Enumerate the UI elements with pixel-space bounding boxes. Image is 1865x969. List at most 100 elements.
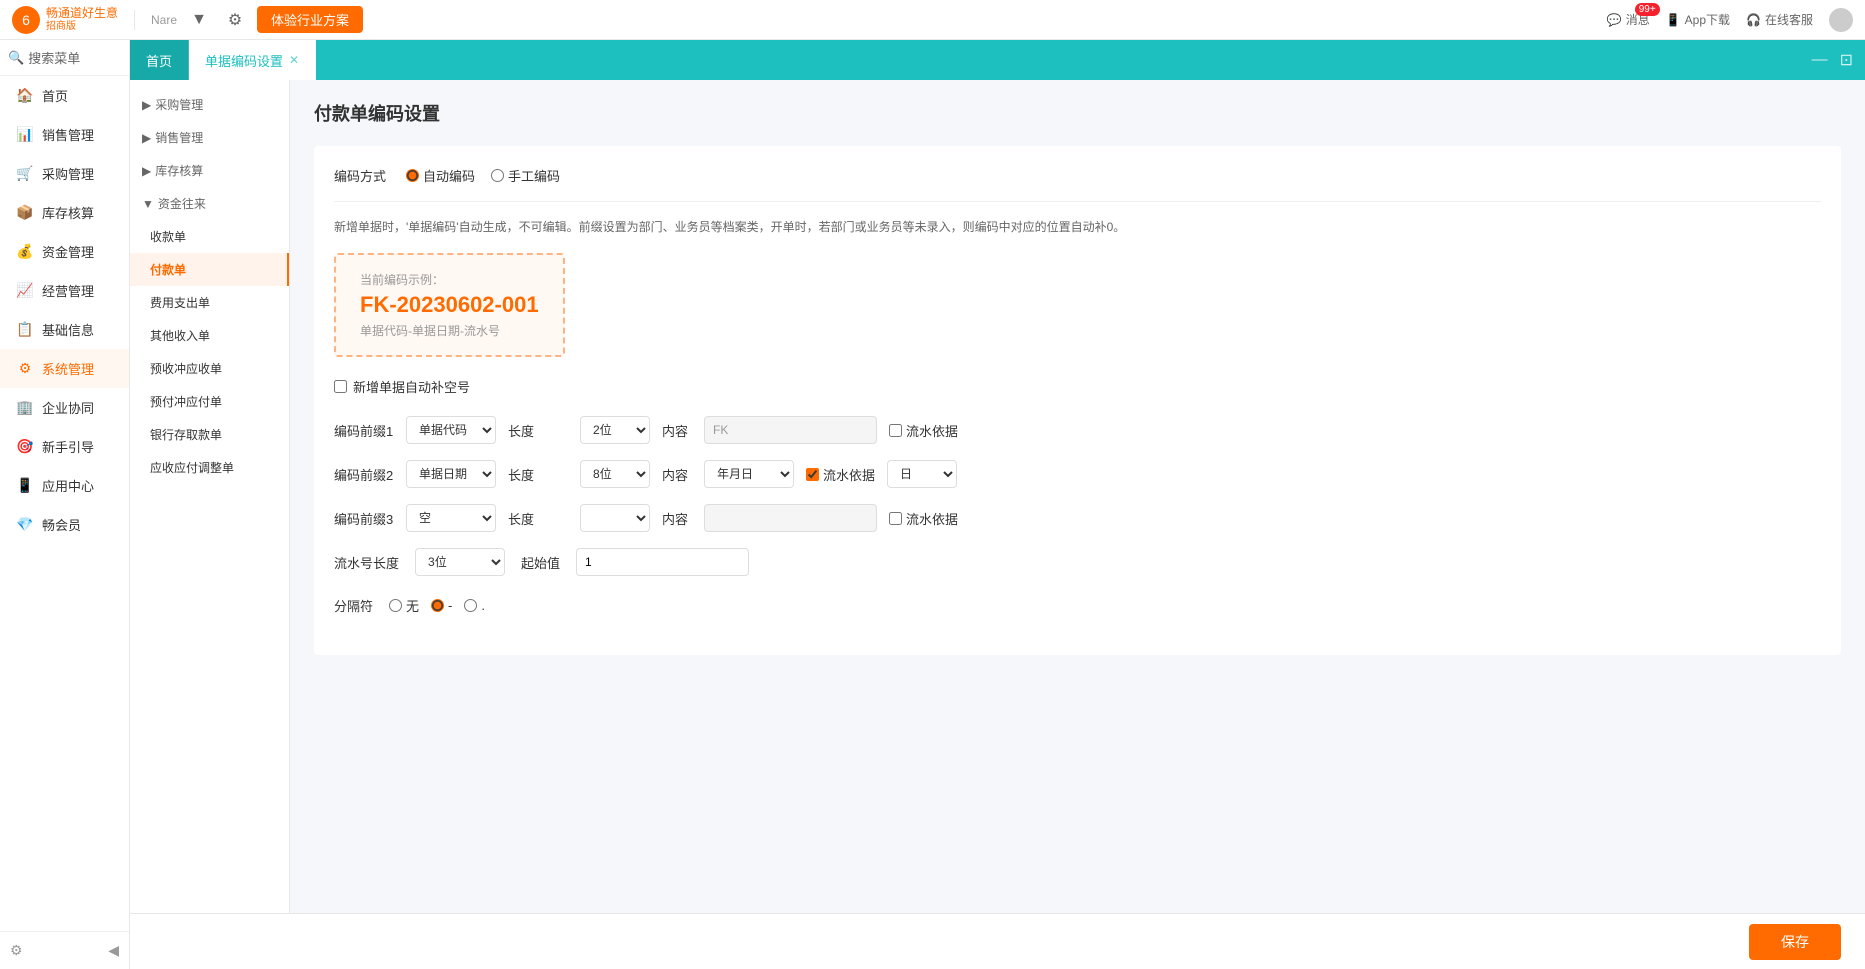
chevron-right-icon: ▶ xyxy=(142,164,151,178)
prefix1-row: 编码前缀1 单据代码 部门 业务员 空 长度 2位 4位 6位 8位 xyxy=(334,416,1821,444)
sub-sidebar-group-capital-header[interactable]: ▼ 资金往来 xyxy=(130,187,289,220)
prefix3-length-select[interactable]: 2位 4位 xyxy=(580,504,650,532)
serial-start-input[interactable] xyxy=(576,548,749,576)
separator-dash-radio[interactable]: - xyxy=(431,598,452,613)
sidebar-item-operations[interactable]: 📈 经营管理 xyxy=(0,271,129,310)
top-bar-right: 💬 消息 99+ 📱 App下载 🎧 在线客服 xyxy=(1607,8,1853,32)
bottom-bar: 保存 xyxy=(130,913,1865,969)
prefix2-row: 编码前缀2 单据日期 部门 业务员 空 长度 8位 4位 6位 xyxy=(334,460,1821,488)
auto-encoding-radio[interactable]: 自动编码 xyxy=(406,166,475,185)
sidebar-item-purchase[interactable]: 🛒 采购管理 xyxy=(0,154,129,193)
sub-sidebar-item-expense[interactable]: 费用支出单 xyxy=(130,286,289,319)
prefix2-content-label: 内容 xyxy=(662,465,692,484)
separator-radio-group: 无 - . xyxy=(389,596,485,615)
home-icon: 🏠 xyxy=(16,87,34,105)
sidebar-item-inventory[interactable]: 📦 库存核算 xyxy=(0,193,129,232)
code-preview-desc: 单据代码-单据日期-流水号 xyxy=(360,322,539,339)
sub-sidebar-item-receipt[interactable]: 收款单 xyxy=(130,220,289,253)
prefix2-length-select[interactable]: 8位 4位 6位 xyxy=(580,460,650,488)
separator-row: 分隔符 无 - . xyxy=(334,596,1821,615)
sidebar-item-home[interactable]: 🏠 首页 xyxy=(0,76,129,115)
chevron-right-icon: ▶ xyxy=(142,131,151,145)
basic-icon: 📋 xyxy=(16,321,34,339)
sidebar-collapse-button[interactable]: ◀ xyxy=(108,942,119,959)
sub-sidebar-item-prepay-payable[interactable]: 预付冲应付单 xyxy=(130,385,289,418)
app-download-button[interactable]: 📱 App下载 xyxy=(1666,11,1730,28)
user-avatar[interactable] xyxy=(1829,8,1853,32)
hint-text: 新增单据时，'单据编码'自动生成，不可编辑。前缀设置为部门、业务员等档案类，开单… xyxy=(334,218,1821,237)
prefix2-content-select[interactable]: 年月日 年月 年 xyxy=(704,460,794,488)
search-menu-button[interactable]: 🔍 搜索菜单 xyxy=(0,40,129,76)
serial-start-label: 起始值 xyxy=(521,553,560,572)
settings-panel: 编码方式 自动编码 手工编码 xyxy=(314,146,1841,655)
sub-sidebar-group-inventory-header[interactable]: ▶ 库存核算 xyxy=(130,154,289,187)
prefix2-length-label: 长度 xyxy=(508,465,568,484)
manual-encoding-radio[interactable]: 手工编码 xyxy=(491,166,560,185)
finance-icon: 💰 xyxy=(16,243,34,261)
online-service-button[interactable]: 🎧 在线客服 xyxy=(1746,11,1813,28)
sidebar-item-system[interactable]: ⚙ 系统管理 xyxy=(0,349,129,388)
purchase-icon: 🛒 xyxy=(16,165,34,183)
sidebar-item-finance[interactable]: 💰 资金管理 xyxy=(0,232,129,271)
sidebar-item-member[interactable]: 💎 畅会员 xyxy=(0,505,129,544)
prefix3-select[interactable]: 空 单据代码 部门 业务员 xyxy=(406,504,496,532)
search-icon: 🔍 xyxy=(8,50,24,66)
newguide-icon: 🎯 xyxy=(16,438,34,456)
prefix2-serial-unit-select[interactable]: 日 月 年 xyxy=(887,460,957,488)
sub-sidebar-group-purchase-header[interactable]: ▶ 采购管理 xyxy=(130,88,289,121)
prefix3-label: 编码前缀3 xyxy=(334,509,394,528)
prefix1-select[interactable]: 单据代码 部门 业务员 空 xyxy=(406,416,496,444)
sidebar-item-label: 新手引导 xyxy=(42,437,94,456)
sub-sidebar-item-prepay-receivable[interactable]: 预收冲应收单 xyxy=(130,352,289,385)
sidebar-item-label: 应用中心 xyxy=(42,476,94,495)
sub-sidebar-item-ap-adjust[interactable]: 应收应付调整单 xyxy=(130,451,289,484)
prefix2-select[interactable]: 单据日期 部门 业务员 空 xyxy=(406,460,496,488)
sidebar-item-label: 企业协同 xyxy=(42,398,94,417)
sub-sidebar-group-inventory: ▶ 库存核算 xyxy=(130,154,289,187)
tab-encoding[interactable]: 单据编码设置 ✕ xyxy=(189,40,316,80)
sidebar-item-label: 库存核算 xyxy=(42,203,94,222)
separator-none-radio[interactable]: 无 xyxy=(389,596,419,615)
prefix2-serial-checkbox[interactable]: 流水依据 xyxy=(806,465,875,484)
serial-length-select[interactable]: 3位 4位 5位 6位 xyxy=(415,548,505,576)
sidebar-item-label: 畅会员 xyxy=(42,515,81,534)
sub-sidebar-item-bank-deposit[interactable]: 银行存取款单 xyxy=(130,418,289,451)
tab-minimize-button[interactable]: — xyxy=(1808,47,1832,73)
sub-sidebar-item-payment[interactable]: 付款单 xyxy=(130,253,289,286)
prefix3-serial-checkbox[interactable]: 流水依据 xyxy=(889,509,958,528)
online-service-icon: 🎧 xyxy=(1746,13,1761,27)
sub-sidebar-group-sales-header[interactable]: ▶ 销售管理 xyxy=(130,121,289,154)
prefix1-serial-checkbox[interactable]: 流水依据 xyxy=(889,421,958,440)
sidebar-item-enterprise[interactable]: 🏢 企业协同 xyxy=(0,388,129,427)
gear-icon[interactable]: ⚙ xyxy=(221,6,249,34)
auto-fill-checkbox[interactable] xyxy=(334,380,347,393)
tab-close-icon[interactable]: ✕ xyxy=(289,53,299,67)
sidebar-item-label: 经营管理 xyxy=(42,281,94,300)
sidebar-item-appcenter[interactable]: 📱 应用中心 xyxy=(0,466,129,505)
chevron-down-icon[interactable]: ▼ xyxy=(185,6,213,34)
separator-dot-radio[interactable]: . xyxy=(464,598,485,613)
sub-sidebar-group-purchase: ▶ 采购管理 xyxy=(130,88,289,121)
code-preview-label: 当前编码示例： xyxy=(360,271,539,288)
sidebar-item-label: 采购管理 xyxy=(42,164,94,183)
save-button[interactable]: 保存 xyxy=(1749,924,1841,960)
tab-maximize-button[interactable]: ⊡ xyxy=(1836,46,1857,74)
enterprise-icon: 🏢 xyxy=(16,399,34,417)
tab-bar: 首页 单据编码设置 ✕ — ⊡ xyxy=(130,40,1865,80)
message-button[interactable]: 💬 消息 99+ xyxy=(1607,11,1650,28)
sidebar-item-label: 系统管理 xyxy=(42,359,94,378)
serial-row: 流水号长度 3位 4位 5位 6位 起始值 xyxy=(334,548,1821,576)
trial-button[interactable]: 体验行业方案 xyxy=(257,6,363,33)
sidebar-settings-button[interactable]: ⚙ xyxy=(10,942,23,959)
appcenter-icon: 📱 xyxy=(16,477,34,495)
sidebar-item-basic[interactable]: 📋 基础信息 xyxy=(0,310,129,349)
sub-sidebar-group-capital: ▼ 资金往来 收款单 付款单 费用支出单 其他收入单 xyxy=(130,187,289,484)
company-name: 畅通道好生意 招商版 xyxy=(46,6,118,32)
tab-home[interactable]: 首页 xyxy=(130,40,189,80)
main-layout: 🔍 搜索菜单 🏠 首页 📊 销售管理 🛒 采购管理 📦 库存核算 💰 资金管理 … xyxy=(0,40,1865,969)
sidebar-item-newguide[interactable]: 🎯 新手引导 xyxy=(0,427,129,466)
sub-sidebar-item-other-income[interactable]: 其他收入单 xyxy=(130,319,289,352)
prefix1-length-select[interactable]: 2位 4位 6位 8位 xyxy=(580,416,650,444)
sidebar-item-sales[interactable]: 📊 销售管理 xyxy=(0,115,129,154)
code-preview-value: FK-20230602-001 xyxy=(360,292,539,318)
